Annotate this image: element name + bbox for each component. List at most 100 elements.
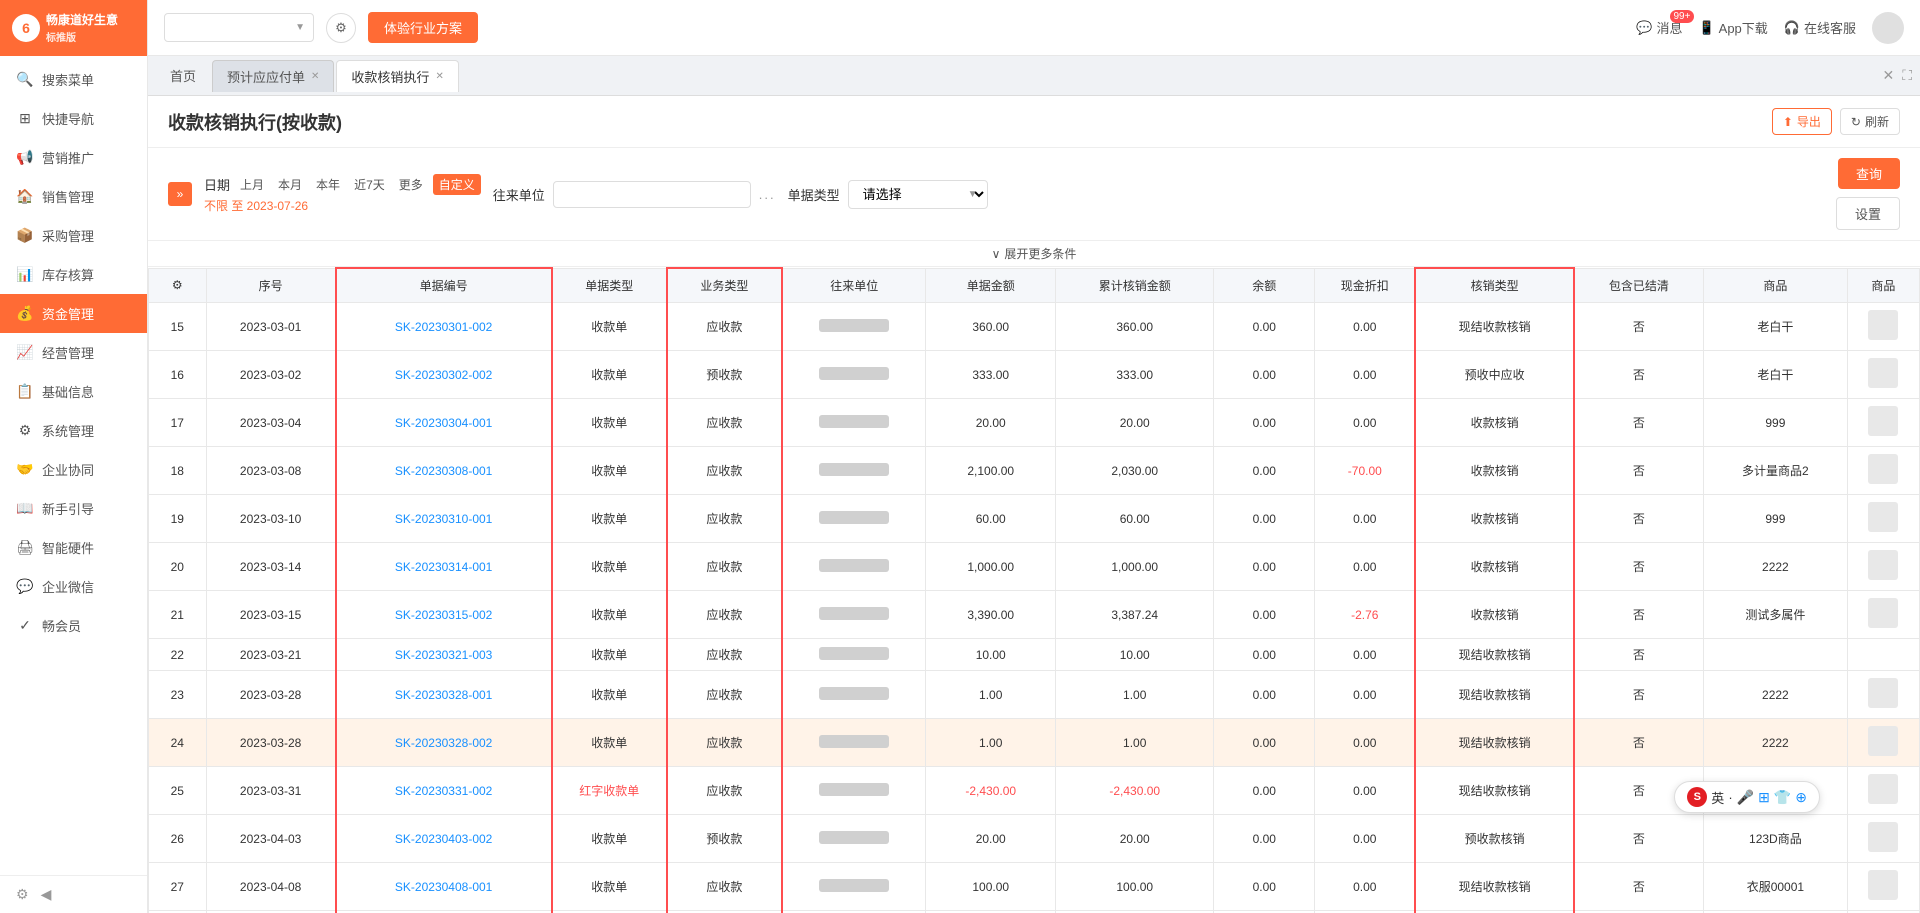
cell-biztype: 应收款 <box>667 447 782 495</box>
sidebar-item-system[interactable]: ⚙ 系统管理 <box>0 411 147 450</box>
user-avatar[interactable] <box>1872 12 1904 44</box>
export-button[interactable]: ⬆ 导出 <box>1772 108 1832 135</box>
tab-home[interactable]: 首页 <box>156 60 210 91</box>
sidebar-item-marketing[interactable]: 📢 营销推广 <box>0 138 147 177</box>
sidebar-item-basic[interactable]: 📋 基础信息 <box>0 372 147 411</box>
tab-receipt-verify-close-icon[interactable]: ✕ <box>435 71 443 82</box>
cell-inclsettled: 否 <box>1574 591 1704 639</box>
solution-button[interactable]: 体验行业方案 <box>368 12 478 43</box>
table-header-row: ⚙ 序号 单据编号 单据类型 业务类型 往来单位 单据金额 累计核销金额 <box>149 268 1920 303</box>
cell-billno[interactable]: SK-20230408-001 <box>336 863 552 911</box>
cell-balance: 0.00 <box>1214 767 1315 815</box>
cell-billno[interactable]: SK-20230328-002 <box>336 719 552 767</box>
sidebar-item-operation[interactable]: 📈 经营管理 <box>0 333 147 372</box>
sidebar-item-purchase[interactable]: 📦 采购管理 <box>0 216 147 255</box>
sogou-brand-icon[interactable]: S <box>1687 787 1707 807</box>
cell-billno[interactable]: SK-20230301-002 <box>336 303 552 351</box>
cell-billno[interactable]: SK-20230302-002 <box>336 351 552 399</box>
sidebar-item-member[interactable]: ✓ 畅会员 <box>0 606 147 645</box>
cell-cashdiscount: 0.00 <box>1315 399 1416 447</box>
cell-balance: 0.00 <box>1214 863 1315 911</box>
sidebar-item-quicknav[interactable]: ⊞ 快捷导航 <box>0 99 147 138</box>
bill-no-link[interactable]: SK-20230408-001 <box>395 880 492 894</box>
sidebar-item-guide[interactable]: 📖 新手引导 <box>0 489 147 528</box>
cell-date: 2023-03-01 <box>206 303 336 351</box>
bill-no-link[interactable]: SK-20230314-001 <box>395 560 492 574</box>
cell-billno[interactable]: SK-20230321-003 <box>336 639 552 671</box>
cell-billno[interactable]: SK-20230314-001 <box>336 543 552 591</box>
shirt-icon[interactable]: 👕 <box>1774 789 1791 806</box>
sidebar-item-corp[interactable]: 🤝 企业协同 <box>0 450 147 489</box>
app-download-button[interactable]: 📱 App下载 <box>1698 18 1767 37</box>
expand-more-button[interactable]: ∨ 展开更多条件 <box>992 245 1077 262</box>
filter-date-thismonth[interactable]: 本月 <box>274 174 306 195</box>
cell-partner <box>782 719 926 767</box>
cell-billno[interactable]: SK-20230308-001 <box>336 447 552 495</box>
grid-icon[interactable]: ⊞ <box>1758 789 1770 806</box>
cell-goods: 老白干 <box>1703 351 1847 399</box>
cell-inclsettled: 否 <box>1574 447 1704 495</box>
finance-icon: 💰 <box>16 305 34 323</box>
settings-gear-icon[interactable]: ⚙ <box>16 886 29 903</box>
plus-icon[interactable]: ⊕ <box>1795 789 1807 806</box>
table-container[interactable]: ⚙ 序号 单据编号 单据类型 业务类型 往来单位 单据金额 累计核销金额 <box>148 267 1920 913</box>
filter-date-lastmonth[interactable]: 上月 <box>236 174 268 195</box>
filter-settings-button[interactable]: 设置 <box>1836 197 1900 230</box>
tab-payables[interactable]: 预计应应付单 ✕ <box>212 60 334 92</box>
bill-no-link[interactable]: SK-20230302-002 <box>395 368 492 382</box>
filter-billtype-group: 单据类型 请选择 ▼ <box>788 180 978 209</box>
bill-no-link[interactable]: SK-20230304-001 <box>395 416 492 430</box>
cell-billno[interactable]: SK-20230315-002 <box>336 591 552 639</box>
bill-no-link[interactable]: SK-20230331-002 <box>395 784 492 798</box>
settings-col-icon[interactable]: ⚙ <box>172 278 183 292</box>
filter-date-more[interactable]: 更多 <box>395 174 427 195</box>
cell-billno[interactable]: SK-20230310-001 <box>336 495 552 543</box>
tab-close-all-icon[interactable]: ✕ <box>1882 67 1894 84</box>
tab-receipt-verify[interactable]: 收款核销执行 ✕ <box>336 60 458 92</box>
topbar-select[interactable]: ▼ <box>164 13 314 42</box>
sidebar-item-hardware[interactable]: 🖨 智能硬件 <box>0 528 147 567</box>
cell-billno[interactable]: SK-20230328-001 <box>336 671 552 719</box>
filter-date-thisyear[interactable]: 本年 <box>312 174 344 195</box>
bill-no-link[interactable]: SK-20230308-001 <box>395 464 492 478</box>
filter-date-7days[interactable]: 近7天 <box>350 174 389 195</box>
tab-payables-close-icon[interactable]: ✕ <box>311 71 319 82</box>
cell-billtype: 收款单 <box>552 639 667 671</box>
cell-billno[interactable]: SK-20230331-002 <box>336 767 552 815</box>
cell-date: 2023-03-10 <box>206 495 336 543</box>
tab-expand-icon[interactable]: ⛶ <box>1902 67 1912 84</box>
filter-date-custom[interactable]: 自定义 <box>433 174 481 195</box>
sidebar-item-inventory[interactable]: 📊 库存核算 <box>0 255 147 294</box>
bill-type-select[interactable]: 请选择 <box>848 180 988 209</box>
sidebar-item-sales[interactable]: 🏠 销售管理 <box>0 177 147 216</box>
topbar-settings-button[interactable]: ⚙ <box>326 13 356 43</box>
messages-button[interactable]: 💬 消息 99+ <box>1636 18 1682 37</box>
cell-date: 2023-04-03 <box>206 815 336 863</box>
bill-no-link[interactable]: SK-20230310-001 <box>395 512 492 526</box>
bill-no-link[interactable]: SK-20230321-003 <box>395 648 492 662</box>
goods-thumbnail <box>1868 598 1898 628</box>
cell-billno[interactable]: SK-20230304-001 <box>336 399 552 447</box>
cell-billno[interactable]: SK-20230403-002 <box>336 815 552 863</box>
cell-goodsimg <box>1847 719 1919 767</box>
bill-no-link[interactable]: SK-20230315-002 <box>395 608 492 622</box>
cell-biztype: 应收款 <box>667 639 782 671</box>
refresh-button[interactable]: ↻ 刷新 <box>1840 108 1900 135</box>
bill-no-link[interactable]: SK-20230301-002 <box>395 320 492 334</box>
bill-no-link[interactable]: SK-20230328-002 <box>395 736 492 750</box>
bill-no-link[interactable]: SK-20230403-002 <box>395 832 492 846</box>
query-button[interactable]: 查询 <box>1838 158 1900 189</box>
online-service-button[interactable]: 🎧 在线客服 <box>1784 18 1856 37</box>
mic-icon[interactable]: 🎤 <box>1737 789 1754 806</box>
sidebar-item-wechat[interactable]: 💬 企业微信 <box>0 567 147 606</box>
cell-goodsimg <box>1847 495 1919 543</box>
collapse-icon[interactable]: ◀ <box>41 886 52 903</box>
cell-verifytype: 收款核销 <box>1415 399 1573 447</box>
sidebar-item-search[interactable]: 🔍 搜索菜单 <box>0 60 147 99</box>
partner-input[interactable] <box>553 181 751 208</box>
cell-amount: 1.00 <box>926 719 1056 767</box>
filter-toggle-button[interactable]: » <box>168 182 192 206</box>
sidebar-item-finance[interactable]: 💰 资金管理 <box>0 294 147 333</box>
bill-no-link[interactable]: SK-20230328-001 <box>395 688 492 702</box>
table-row: 212023-03-15SK-20230315-002收款单应收款3,390.0… <box>149 591 1920 639</box>
